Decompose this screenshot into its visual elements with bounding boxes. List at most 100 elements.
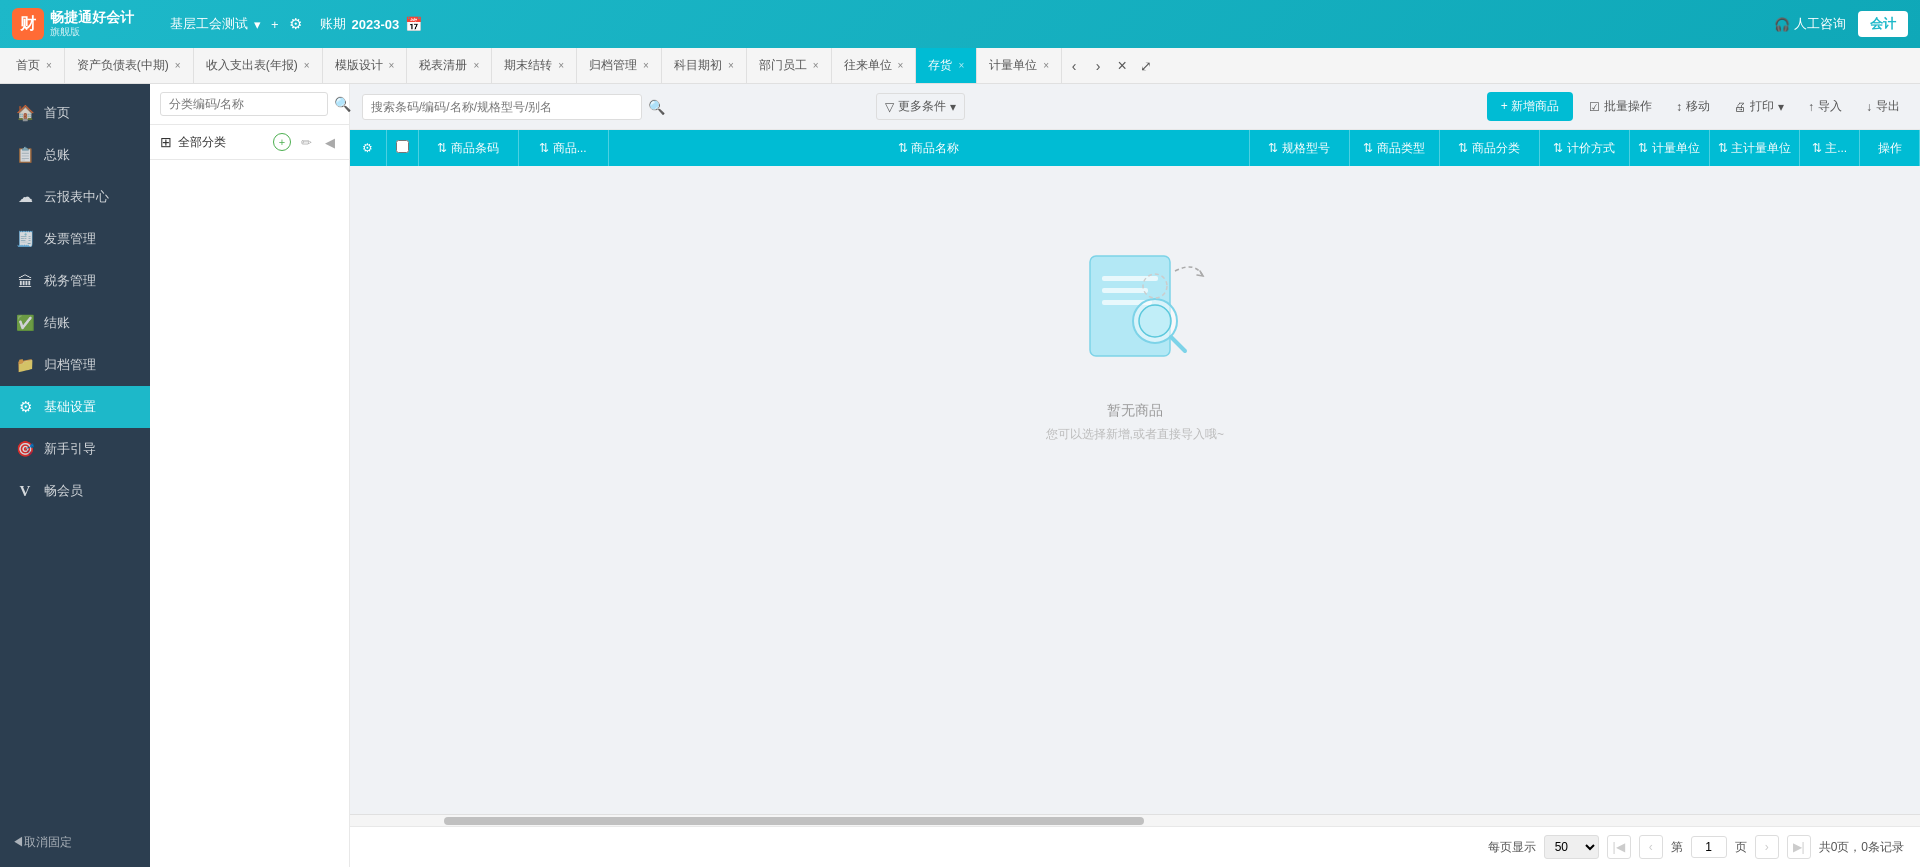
tab-unit[interactable]: 计量单位 ×: [977, 48, 1062, 84]
per-page-select[interactable]: 10 20 50 100: [1544, 835, 1599, 859]
print-btn[interactable]: 🖨 打印 ▾: [1726, 94, 1792, 119]
tab-contacts-close[interactable]: ×: [898, 60, 904, 71]
sort-arrows-price: ⇅: [1553, 141, 1563, 155]
sidebar-item-cloud-report[interactable]: ☁ 云报表中心: [0, 176, 150, 218]
consulting-button[interactable]: 🎧 人工咨询: [1774, 15, 1846, 33]
calendar-icon[interactable]: 📅: [405, 16, 422, 32]
tab-template-close[interactable]: ×: [389, 60, 395, 71]
main-search-input[interactable]: [362, 94, 642, 120]
category-collapse-btn[interactable]: ◀: [321, 133, 339, 151]
batch-op-btn[interactable]: ☑ 批量操作: [1581, 94, 1660, 119]
category-search-input[interactable]: [160, 92, 328, 116]
sidebar-item-basic-settings-label: 基础设置: [44, 398, 96, 416]
sort-arrows-code: ⇅: [539, 141, 549, 155]
first-page-btn[interactable]: |◀: [1607, 835, 1631, 859]
prev-page-btn[interactable]: ‹: [1639, 835, 1663, 859]
tab-period-end-label: 期末结转: [504, 57, 552, 74]
cancel-fixed-btn[interactable]: ◀取消固定: [12, 834, 138, 851]
scroll-thumb-horizontal[interactable]: [444, 817, 1144, 825]
sidebar-item-guide[interactable]: 🎯 新手引导: [0, 428, 150, 470]
col-main2-header[interactable]: ⇅ 主...: [1800, 130, 1860, 166]
move-btn[interactable]: ↕ 移动: [1668, 94, 1718, 119]
tab-income-year[interactable]: 收入支出表(年报) ×: [194, 48, 323, 84]
tab-period-end-close[interactable]: ×: [558, 60, 564, 71]
col-unit-header[interactable]: ⇅ 计量单位: [1629, 130, 1709, 166]
print-icon: 🖨: [1734, 100, 1746, 114]
tab-archive-label: 归档管理: [589, 57, 637, 74]
tax-icon: 🏛: [16, 272, 34, 290]
tab-home[interactable]: 首页 ×: [4, 48, 65, 84]
tab-nav-right[interactable]: ›: [1086, 48, 1110, 84]
tab-dept-staff[interactable]: 部门员工 ×: [747, 48, 832, 84]
sidebar-item-ledger[interactable]: 📋 总账: [0, 134, 150, 176]
category-add-btn[interactable]: +: [273, 133, 291, 151]
import-btn[interactable]: ↑ 导入: [1800, 94, 1850, 119]
col-name-header[interactable]: ⇅ 商品名称: [608, 130, 1249, 166]
tab-expand[interactable]: ⤢: [1134, 48, 1158, 84]
col-price-header[interactable]: ⇅ 计价方式: [1539, 130, 1629, 166]
col-check-header[interactable]: [386, 130, 418, 166]
table-container: ⚙ ⇅ 商品条码 ⇅ 商品... ⇅ 商品名称: [350, 130, 1920, 814]
tab-unit-close[interactable]: ×: [1043, 60, 1049, 71]
horizontal-scrollbar[interactable]: [350, 814, 1920, 826]
settings-icon[interactable]: ⚙: [289, 15, 302, 33]
col-main-unit-header[interactable]: ⇅ 主计量单位: [1709, 130, 1799, 166]
select-all-checkbox[interactable]: [396, 140, 409, 153]
tab-dept-staff-label: 部门员工: [759, 57, 807, 74]
sidebar-item-basic-settings[interactable]: ⚙ 基础设置: [0, 386, 150, 428]
sidebar-item-tax[interactable]: 🏛 税务管理: [0, 260, 150, 302]
tab-balance-mid[interactable]: 资产负债表(中期) ×: [65, 48, 194, 84]
sidebar-item-member[interactable]: V 畅会员: [0, 470, 150, 512]
tab-income-year-close[interactable]: ×: [304, 60, 310, 71]
tab-nav-left[interactable]: ‹: [1062, 48, 1086, 84]
tab-archive[interactable]: 归档管理 ×: [577, 48, 662, 84]
sidebar-item-home[interactable]: 🏠 首页: [0, 92, 150, 134]
tab-dept-staff-close[interactable]: ×: [813, 60, 819, 71]
tab-taxform-label: 税表清册: [419, 57, 467, 74]
tab-template[interactable]: 模版设计 ×: [323, 48, 408, 84]
tab-archive-close[interactable]: ×: [643, 60, 649, 71]
col-gear-header[interactable]: ⚙: [350, 130, 386, 166]
filter-label: 更多条件: [898, 98, 946, 115]
add-product-btn[interactable]: + 新增商品: [1487, 92, 1573, 121]
tab-close-all[interactable]: ×: [1110, 48, 1134, 84]
col-barcode-header[interactable]: ⇅ 商品条码: [418, 130, 518, 166]
last-page-btn[interactable]: ▶|: [1787, 835, 1811, 859]
sidebar-item-archive[interactable]: 📁 归档管理: [0, 344, 150, 386]
close-account-icon: ✅: [16, 314, 34, 332]
category-edit-btn[interactable]: ✏: [297, 133, 315, 151]
col-spec-header[interactable]: ⇅ 规格型号: [1249, 130, 1349, 166]
sidebar-item-close-account[interactable]: ✅ 结账: [0, 302, 150, 344]
tab-taxform[interactable]: 税表清册 ×: [407, 48, 492, 84]
add-tab-icon[interactable]: +: [271, 17, 279, 32]
ledger-icon: 📋: [16, 146, 34, 164]
col-type-header[interactable]: ⇅ 商品类型: [1349, 130, 1439, 166]
tab-taxform-close[interactable]: ×: [473, 60, 479, 71]
sidebar-item-tax-label: 税务管理: [44, 272, 96, 290]
logo-icon: 财: [12, 8, 44, 40]
svg-point-5: [1139, 305, 1171, 337]
main-search-icon[interactable]: 🔍: [648, 99, 665, 115]
tab-balance-mid-close[interactable]: ×: [175, 60, 181, 71]
filter-more-btn[interactable]: ▽ 更多条件 ▾: [876, 93, 965, 120]
kuaiji-button[interactable]: 会计: [1858, 11, 1908, 37]
next-page-btn[interactable]: ›: [1755, 835, 1779, 859]
export-btn[interactable]: ↓ 导出: [1858, 94, 1908, 119]
category-search-icon[interactable]: 🔍: [334, 96, 351, 112]
page-input[interactable]: [1691, 836, 1727, 858]
tab-inventory-close[interactable]: ×: [958, 60, 964, 71]
tab-inventory[interactable]: 存货 ×: [916, 48, 977, 84]
category-header: ⊞ 全部分类 + ✏ ◀: [150, 125, 349, 160]
company-selector[interactable]: 基层工会测试 ▾ + ⚙: [162, 11, 310, 37]
empty-state: 暂无商品 您可以选择新增,或者直接导入哦~: [350, 166, 1920, 503]
svg-rect-2: [1102, 288, 1148, 293]
col-cat-header[interactable]: ⇅ 商品分类: [1439, 130, 1539, 166]
tab-contacts[interactable]: 往来单位 ×: [832, 48, 917, 84]
tab-subject-init[interactable]: 科目期初 ×: [662, 48, 747, 84]
col-code-header[interactable]: ⇅ 商品...: [518, 130, 608, 166]
tab-subject-init-close[interactable]: ×: [728, 60, 734, 71]
period-info: 账期 2023-03 📅: [320, 15, 423, 33]
sidebar-item-invoice[interactable]: 🧾 发票管理: [0, 218, 150, 260]
tab-home-close[interactable]: ×: [46, 60, 52, 71]
tab-period-end[interactable]: 期末结转 ×: [492, 48, 577, 84]
